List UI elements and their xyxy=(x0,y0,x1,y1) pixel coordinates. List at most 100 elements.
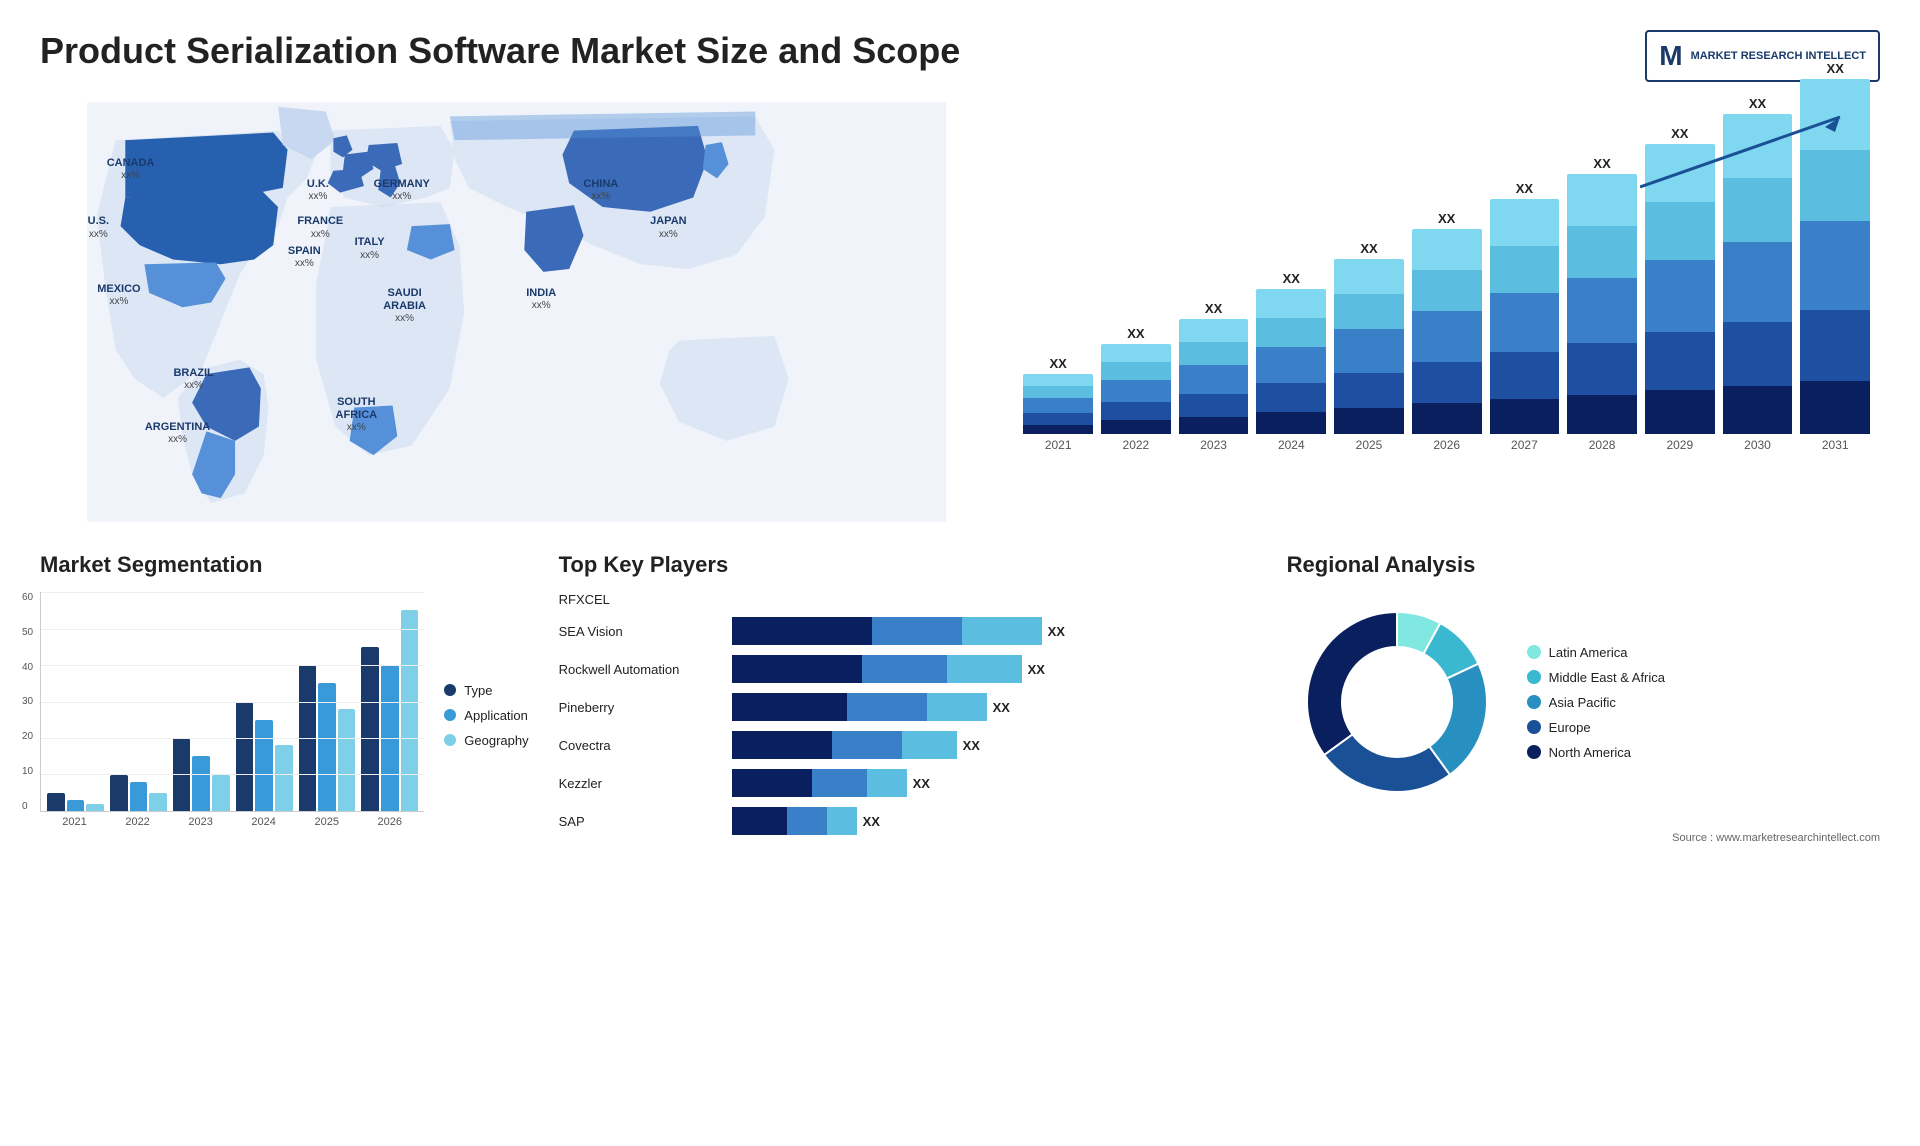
legend-type-dot xyxy=(444,684,456,696)
seg-bar-2 xyxy=(401,610,419,811)
argentina-label: ARGENTINAxx% xyxy=(145,421,210,446)
bar-seg-2 xyxy=(1645,260,1715,333)
bar-stack-2027 xyxy=(1490,199,1560,434)
bar-top-label-2030: XX xyxy=(1749,96,1766,111)
player-bar-1 xyxy=(732,617,1042,645)
map-svg xyxy=(40,102,993,522)
bar-seg-1 xyxy=(1723,322,1793,386)
player-name-6: SAP xyxy=(559,814,724,829)
bar-group-2022: XX2022 xyxy=(1101,326,1171,452)
bar-seg-0 xyxy=(1412,403,1482,434)
bar-seg-3 xyxy=(1490,246,1560,293)
legend-application: Application xyxy=(444,708,528,723)
player-row-1: SEA Vision XX xyxy=(559,617,1257,645)
bar-top-label-2031: XX xyxy=(1827,61,1844,76)
bar-seg-0 xyxy=(1490,399,1560,434)
seg-bar-0 xyxy=(361,647,379,811)
donut-legend-item-0: Latin America xyxy=(1527,645,1665,660)
donut-legend-dot-4 xyxy=(1527,745,1541,759)
player-bar-seg xyxy=(862,655,947,683)
seg-bar-1 xyxy=(255,720,273,811)
bar-seg-4 xyxy=(1490,199,1560,246)
bar-seg-0 xyxy=(1256,412,1326,434)
bar-seg-2 xyxy=(1101,380,1171,403)
bar-seg-2 xyxy=(1800,221,1870,310)
germany-label: GERMANYxx% xyxy=(374,178,430,203)
player-bar-wrap-4: XX xyxy=(732,731,980,759)
bar-top-label-2023: XX xyxy=(1205,301,1222,316)
bar-top-label-2028: XX xyxy=(1593,156,1610,171)
bar-seg-1 xyxy=(1645,332,1715,390)
bar-year-label-2031: 2031 xyxy=(1822,438,1849,452)
player-bar-seg xyxy=(902,731,957,759)
seg-chart-area: 60 50 40 30 20 10 0 xyxy=(40,592,529,828)
donut-area: Latin AmericaMiddle East & AfricaAsia Pa… xyxy=(1287,592,1880,812)
bar-year-label-2026: 2026 xyxy=(1433,438,1460,452)
bar-seg-2 xyxy=(1490,293,1560,352)
bar-seg-2 xyxy=(1723,242,1793,322)
bar-seg-4 xyxy=(1334,259,1404,294)
bar-seg-4 xyxy=(1412,229,1482,270)
bar-top-label-2025: XX xyxy=(1360,241,1377,256)
player-bar-3 xyxy=(732,693,987,721)
player-bar-seg xyxy=(827,807,857,835)
trend-arrow-svg xyxy=(1640,112,1860,192)
italy-label: ITALYxx% xyxy=(355,236,385,261)
seg-bars-container xyxy=(40,592,424,812)
seg-bar-2 xyxy=(212,775,230,811)
bar-seg-2 xyxy=(1412,311,1482,362)
legend-application-dot xyxy=(444,709,456,721)
bar-stack-2028 xyxy=(1567,174,1637,434)
legend-type: Type xyxy=(444,683,528,698)
bar-seg-1 xyxy=(1800,310,1870,381)
bar-year-label-2028: 2028 xyxy=(1589,438,1616,452)
bar-seg-3 xyxy=(1567,226,1637,278)
donut-legend-item-2: Asia Pacific xyxy=(1527,695,1665,710)
player-bar-seg xyxy=(812,769,867,797)
player-bar-4 xyxy=(732,731,957,759)
bar-seg-0 xyxy=(1723,386,1793,434)
player-name-0: RFXCEL xyxy=(559,592,724,607)
donut-legend-label-4: North America xyxy=(1549,745,1631,760)
bar-seg-1 xyxy=(1179,394,1249,417)
donut-legend-label-0: Latin America xyxy=(1549,645,1628,660)
player-bar-seg xyxy=(732,617,872,645)
bar-seg-2 xyxy=(1334,329,1404,373)
player-row-3: PineberryXX xyxy=(559,693,1257,721)
bar-seg-1 xyxy=(1023,413,1093,425)
bar-group-2028: XX 2028 xyxy=(1567,156,1637,452)
gridline-10 xyxy=(41,774,424,775)
legend-geography: Geography xyxy=(444,733,528,748)
seg-bar-2 xyxy=(275,745,293,811)
bar-seg-0 xyxy=(1101,420,1171,434)
player-name-3: Pineberry xyxy=(559,700,724,715)
donut-segment-4 xyxy=(1307,612,1397,755)
map-section: CANADAxx% U.S.xx% MEXICOxx% BRAZILxx% AR… xyxy=(40,102,993,522)
y-axis: 60 50 40 30 20 10 0 xyxy=(22,592,33,812)
player-name-2: Rockwell Automation xyxy=(559,662,724,677)
bar-seg-1 xyxy=(1334,373,1404,408)
player-bar-wrap-2: XX xyxy=(732,655,1045,683)
bar-seg-2 xyxy=(1023,398,1093,413)
bar-seg-4 xyxy=(1567,174,1637,226)
bar-seg-2 xyxy=(1567,278,1637,343)
player-bar-seg xyxy=(732,693,847,721)
player-bar-seg xyxy=(732,731,832,759)
gridline-20 xyxy=(41,738,424,739)
seg-bar-1 xyxy=(67,800,85,811)
mexico-label: MEXICOxx% xyxy=(97,283,140,308)
donut-legend-item-4: North America xyxy=(1527,745,1665,760)
player-bar-seg xyxy=(732,769,812,797)
brazil-label: BRAZILxx% xyxy=(173,367,213,392)
bar-seg-0 xyxy=(1023,425,1093,434)
bar-year-label-2029: 2029 xyxy=(1666,438,1693,452)
bar-seg-2 xyxy=(1256,347,1326,383)
uk-label: U.K.xx% xyxy=(307,178,329,203)
bar-top-label-2027: XX xyxy=(1516,181,1533,196)
player-name-1: SEA Vision xyxy=(559,624,724,639)
player-bar-wrap-6: XX xyxy=(732,807,880,835)
bar-seg-0 xyxy=(1645,390,1715,434)
players-section: Top Key Players RFXCELSEA VisionXXRockwe… xyxy=(559,552,1257,845)
bar-top-label-2021: XX xyxy=(1050,356,1067,371)
player-bar-wrap-1: XX xyxy=(732,617,1065,645)
